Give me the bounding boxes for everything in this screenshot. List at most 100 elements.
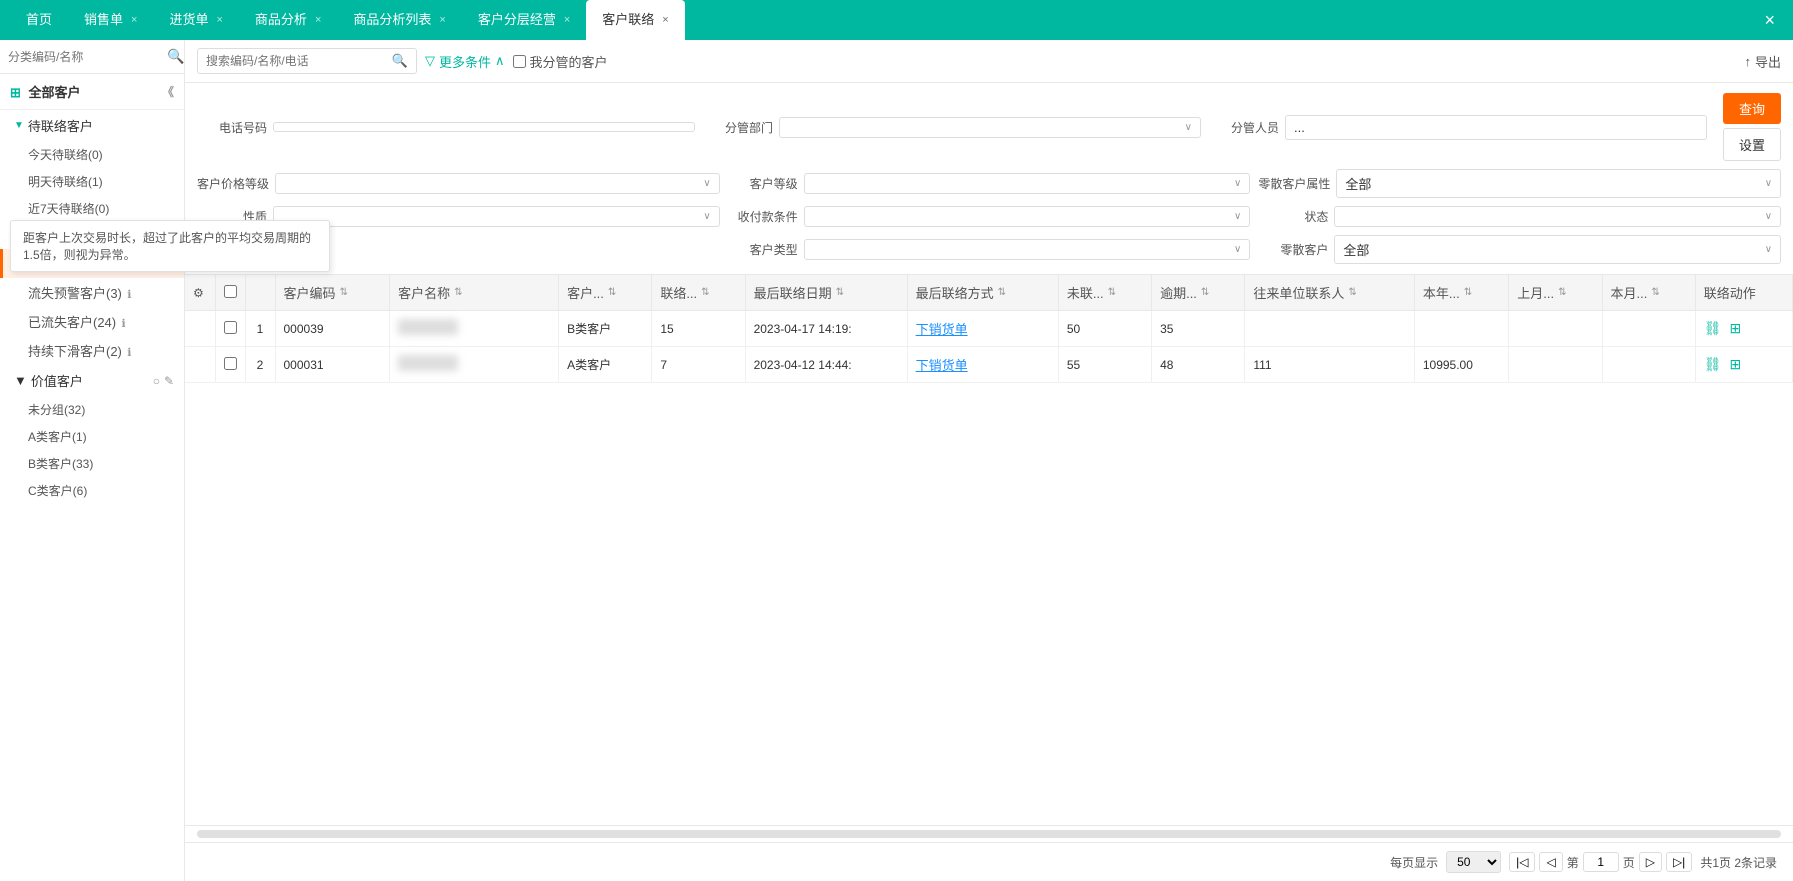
th-last-contact-method[interactable]: 最后联络方式 ⇅	[907, 275, 1058, 311]
filter-row-2: 客户价格等级 ∨ 客户等级 ∨ 零散客户属性 全部	[197, 165, 1781, 202]
action-icon-link-1[interactable]: ⛓	[1704, 320, 1722, 337]
sidebar-item-churned[interactable]: 已流失客户(24) ℹ	[0, 307, 184, 336]
label-status: 状态	[1258, 208, 1328, 225]
select-person[interactable]: ...	[1285, 115, 1707, 140]
sidebar-all-customers[interactable]: ⊞ 全部客户 《	[0, 74, 184, 110]
th-last-month[interactable]: 上月... ⇅	[1509, 275, 1602, 311]
th-overdue[interactable]: 逾期... ⇅	[1152, 275, 1245, 311]
search-input[interactable]	[206, 54, 388, 68]
th-company-contact[interactable]: 往来单位联系人 ⇅	[1245, 275, 1415, 311]
sidebar-item-7days[interactable]: 近7天待联络(0)	[0, 195, 184, 222]
th-gear[interactable]: ⚙	[185, 275, 215, 311]
filter-cell-payment: 收付款条件 ∨	[728, 206, 1251, 227]
page-input[interactable]	[1583, 852, 1619, 872]
nav-item-purchase[interactable]: 进货单 ×	[153, 0, 238, 40]
sort-icon-contact: ⇅	[701, 287, 709, 298]
th-contact[interactable]: 联络... ⇅	[652, 275, 745, 311]
select-customer-type[interactable]: ∨	[804, 239, 1251, 260]
sidebar-group-pending-title[interactable]: ▼ 待联络客户	[0, 110, 184, 141]
tooltip-box: 距客户上次交易时长，超过了此客户的平均交易周期的1.5倍，则视为异常。	[10, 220, 330, 272]
nav-item-sales[interactable]: 销售单 ×	[68, 0, 153, 40]
sidebar-item-class-c[interactable]: C类客户(6)	[0, 477, 184, 504]
search-icon[interactable]: 🔍	[392, 53, 408, 69]
sidebar-search-icon[interactable]: 🔍	[167, 48, 184, 65]
action-icon-link-2[interactable]: ⛓	[1704, 356, 1722, 373]
sidebar-item-ungrouped[interactable]: 未分组(32)	[0, 396, 184, 423]
sidebar-search-input[interactable]	[8, 50, 163, 64]
window-close-button[interactable]: ×	[1756, 10, 1783, 31]
select-all-checkbox[interactable]	[224, 285, 237, 298]
label-person: 分管人员	[1209, 119, 1279, 136]
nav-item-customer-contact[interactable]: 客户联络 ×	[586, 0, 684, 40]
per-page-select[interactable]: 50 20 100	[1446, 851, 1501, 873]
th-uncontacted[interactable]: 未联... ⇅	[1058, 275, 1151, 311]
collapse-icon[interactable]: 《	[162, 83, 174, 100]
filter-cell-status: 状态 ∨	[1258, 206, 1781, 227]
td-last-method-2[interactable]: 下销货单	[907, 347, 1058, 383]
select-scatter-customer[interactable]: 全部 ∨	[1334, 235, 1781, 264]
sidebar-group-value-title[interactable]: ▼ 价值客户 ○ ✎	[0, 365, 184, 396]
first-page-btn[interactable]: |◁	[1509, 852, 1535, 872]
export-button[interactable]: ↑ 导出	[1744, 52, 1781, 71]
query-button[interactable]: 查询	[1723, 93, 1781, 124]
select-status[interactable]: ∨	[1334, 206, 1781, 227]
nav-close-sales[interactable]: ×	[131, 0, 137, 40]
label-price-grade: 客户价格等级	[197, 175, 269, 192]
action-icon-grid-2[interactable]: ⊞	[1730, 356, 1742, 373]
label-grade: 客户等级	[728, 175, 798, 192]
page-suffix: 页	[1623, 854, 1635, 871]
input-phone[interactable]	[273, 122, 695, 132]
nav-close-analysis[interactable]: ×	[315, 0, 321, 40]
td-last-method-1[interactable]: 下销货单	[907, 311, 1058, 347]
row-checkbox-2[interactable]	[224, 357, 237, 370]
label-dept: 分管部门	[703, 119, 773, 136]
my-customers-checkbox[interactable]	[513, 55, 526, 68]
sidebar: 🔍 ⊞ 全部客户 《 ▼ 待联络客户 今天待联络(0) 明天待联络(1) 近7天…	[0, 40, 185, 881]
sidebar-item-class-b[interactable]: B类客户(33)	[0, 450, 184, 477]
th-this-year[interactable]: 本年... ⇅	[1414, 275, 1508, 311]
sidebar-item-declining[interactable]: 持续下滑客户(2) ℹ	[0, 336, 184, 365]
th-last-contact-date[interactable]: 最后联络日期 ⇅	[745, 275, 907, 311]
sidebar-item-tomorrow[interactable]: 明天待联络(1)	[0, 168, 184, 195]
chevron-down-scatter-attr: ∨	[1765, 178, 1772, 189]
nav-close-customer-contact[interactable]: ×	[662, 0, 668, 40]
th-customer-name[interactable]: 客户名称 ⇅	[390, 275, 559, 311]
nav-item-analysis-list[interactable]: 商品分析列表 ×	[337, 0, 461, 40]
nav-close-analysis-list[interactable]: ×	[439, 0, 445, 40]
select-nature[interactable]: ∨	[273, 206, 720, 227]
sidebar-item-churn-warning[interactable]: 流失预警客户(3) ℹ	[0, 278, 184, 307]
nav-close-customer-tier[interactable]: ×	[564, 0, 570, 40]
nav-item-home[interactable]: 首页	[10, 0, 68, 40]
settings-button[interactable]: 设置	[1723, 128, 1781, 161]
more-conditions-btn[interactable]: ▽ 更多条件 ∧	[425, 52, 505, 71]
td-gear-1	[185, 311, 215, 347]
td-contact-2: 7	[652, 347, 745, 383]
search-box: 🔍	[197, 48, 417, 74]
next-page-btn[interactable]: ▷	[1639, 852, 1662, 872]
th-customer-type[interactable]: 客户... ⇅	[559, 275, 652, 311]
chevron-down-nature: ∨	[703, 211, 710, 222]
edit-icon[interactable]: ✎	[164, 374, 174, 388]
sidebar-item-today[interactable]: 今天待联络(0)	[0, 141, 184, 168]
select-price-grade[interactable]: ∨	[275, 173, 720, 194]
select-payment[interactable]: ∨	[804, 206, 1251, 227]
grid-icon: ⊞	[10, 85, 21, 100]
nav-item-customer-tier[interactable]: 客户分层经营 ×	[462, 0, 586, 40]
nav-item-analysis[interactable]: 商品分析 ×	[239, 0, 337, 40]
pagination-bar: 每页显示 50 20 100 |◁ ◁ 第 页 ▷ ▷| 共1页 2条记录	[185, 842, 1793, 881]
sidebar-item-class-a[interactable]: A类客户(1)	[0, 423, 184, 450]
last-page-btn[interactable]: ▷|	[1666, 852, 1692, 872]
table-body: 1 000039 B类客户 15 2023-04-17 14:19: 下销货单 …	[185, 311, 1793, 383]
prev-page-btn[interactable]: ◁	[1539, 852, 1562, 872]
td-last-date-1: 2023-04-17 14:19:	[745, 311, 907, 347]
action-icon-grid-1[interactable]: ⊞	[1730, 320, 1742, 337]
select-grade[interactable]: ∨	[804, 173, 1251, 194]
th-customer-code[interactable]: 客户编码 ⇅	[275, 275, 390, 311]
select-dept[interactable]: ∨	[779, 117, 1201, 138]
select-scatter-attr[interactable]: 全部 ∨	[1336, 169, 1781, 198]
circle-icon[interactable]: ○	[153, 374, 160, 388]
horizontal-scrollbar[interactable]	[197, 830, 1781, 838]
nav-close-purchase[interactable]: ×	[216, 0, 222, 40]
th-this-month[interactable]: 本月... ⇅	[1602, 275, 1695, 311]
row-checkbox-1[interactable]	[224, 321, 237, 334]
